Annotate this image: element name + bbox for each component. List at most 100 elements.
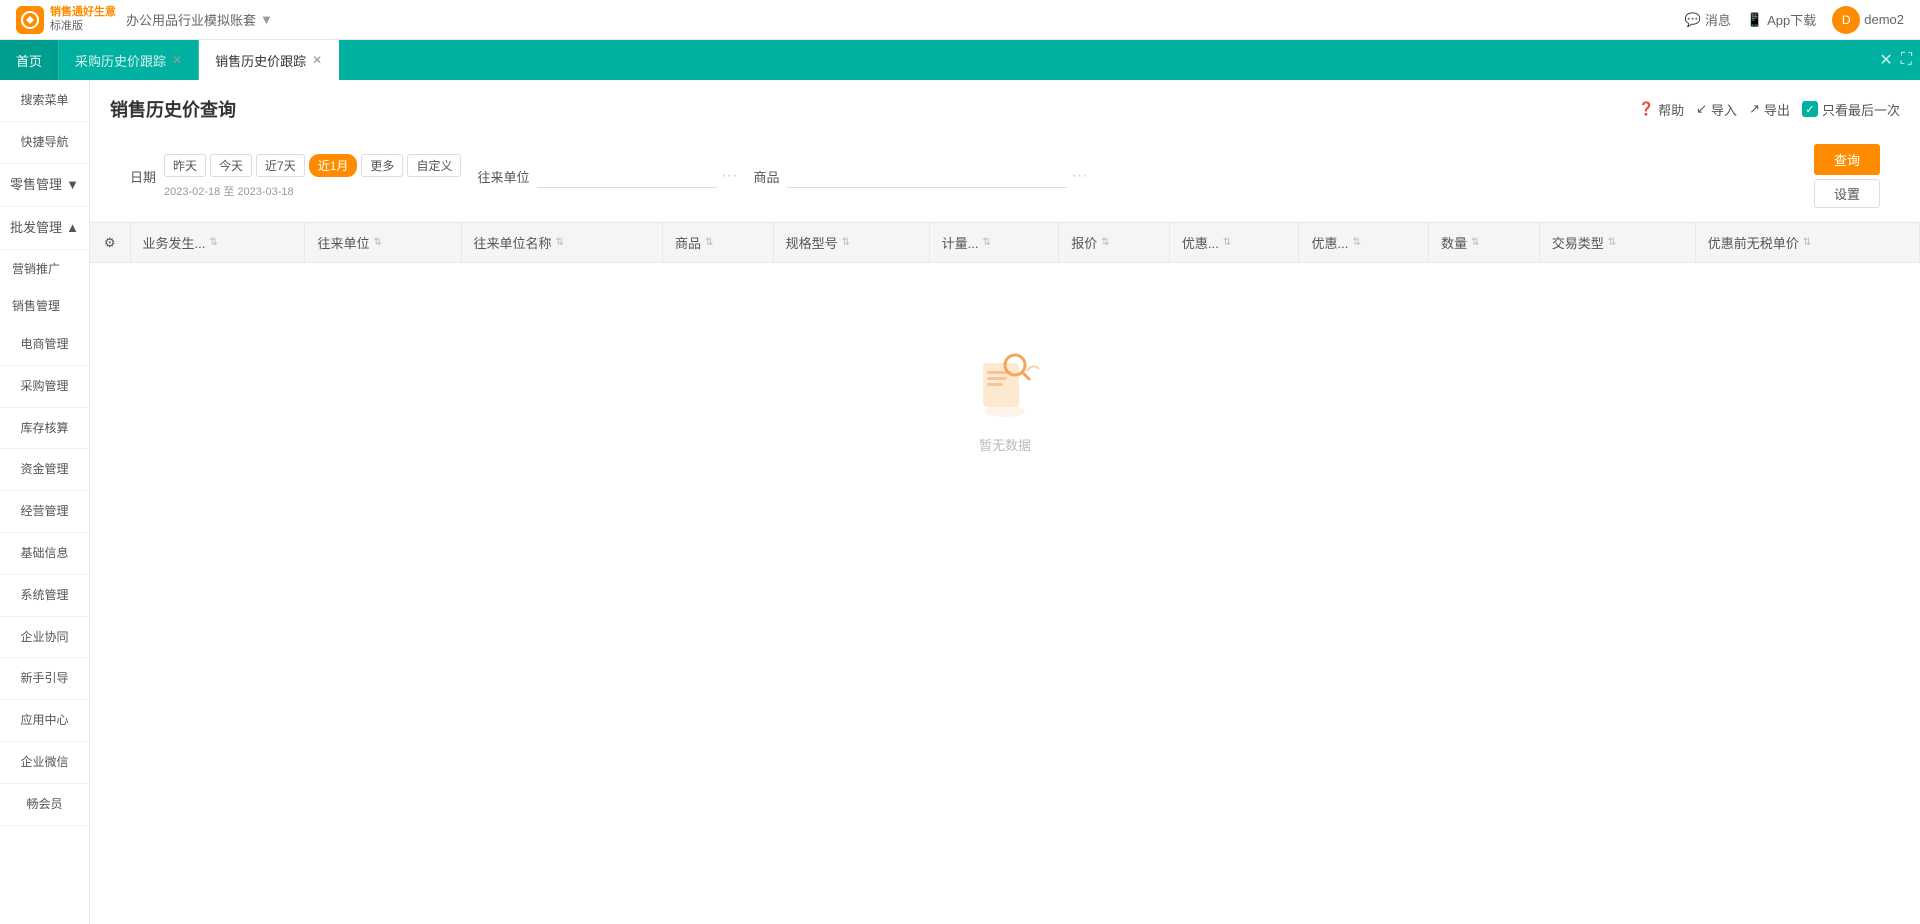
settings-icon: ⚙ (104, 235, 116, 250)
sort-icon-partner-name: ⇅ (556, 237, 564, 248)
enterprise-collab-label: 企业协同 (20, 629, 68, 646)
main-layout: 搜索菜单 快捷导航 零售管理 ▼ 批发管理 ▲ 营销推广 销售管理 电商管理 采… (0, 80, 1920, 924)
ecommerce-label: 电商管理 (20, 336, 68, 353)
sort-icon-quote: ⇅ (1101, 237, 1109, 248)
sidebar-item-basic-info[interactable]: 基础信息 (0, 533, 89, 575)
top-bar: 销售通好生意 标准版 办公用品行业模拟账套 ▼ 💬 消息 📱 App下载 D d… (0, 0, 1920, 40)
sidebar-item-wholesale-mgmt[interactable]: 批发管理 ▲ (0, 207, 89, 250)
th-discount2[interactable]: 优惠... ⇅ (1299, 223, 1429, 263)
tab-home[interactable]: 首页 (0, 40, 59, 80)
sidebar-sub-item-sales-mgmt[interactable]: 销售管理 (0, 287, 89, 324)
date-btn-today[interactable]: 今天 (210, 154, 252, 177)
help-button[interactable]: ❓ 帮助 (1638, 100, 1684, 119)
table-header-row: ⚙ 业务发生... ⇅ 往来单位 ⇅ (90, 223, 1920, 263)
import-icon: ↙ (1696, 101, 1707, 117)
th-discount1[interactable]: 优惠... ⇅ (1169, 223, 1299, 263)
table-area: ⚙ 业务发生... ⇅ 往来单位 ⇅ (90, 223, 1920, 924)
date-btn-yesterday[interactable]: 昨天 (164, 154, 206, 177)
import-button[interactable]: ↙ 导入 (1696, 100, 1737, 119)
wholesale-mgmt-arrow-icon: ▲ (66, 219, 79, 237)
close-purchase-history-icon[interactable]: ✕ (172, 53, 182, 67)
date-btn-custom[interactable]: 自定义 (407, 154, 461, 177)
logo-text: 销售通好生意 标准版 (50, 6, 116, 32)
close-all-tabs-icon[interactable]: ✕ (1879, 50, 1892, 70)
sidebar-item-app-center[interactable]: 应用中心 (0, 700, 89, 742)
vip-member-label: 畅会员 (26, 796, 62, 813)
filter-row: 日期 昨天 今天 近7天 近1月 更多 自定义 2023-02-18 至 202… (110, 134, 1900, 222)
sort-icon-partner-code: ⇅ (373, 237, 381, 248)
sort-icon-trade-type: ⇅ (1608, 237, 1616, 248)
sidebar-item-vip-member[interactable]: 畅会员 (0, 784, 89, 826)
th-quote[interactable]: 报价 ⇅ (1059, 223, 1170, 263)
message-icon: 💬 (1685, 12, 1701, 28)
sort-icon-discount1: ⇅ (1223, 237, 1231, 248)
checkbox-checked-icon (1802, 101, 1818, 117)
retail-mgmt-arrow-icon: ▼ (66, 176, 79, 194)
tab-purchase-history[interactable]: 采购历史价跟踪 ✕ (59, 40, 199, 80)
page-header: 销售历史价查询 ❓ 帮助 ↙ 导入 ↗ 导出 (90, 80, 1920, 223)
date-btn-7days[interactable]: 近7天 (256, 154, 305, 177)
sidebar-item-enterprise-collab[interactable]: 企业协同 (0, 617, 89, 659)
sidebar-item-inventory[interactable]: 库存核算 (0, 408, 89, 450)
user-profile[interactable]: D demo2 (1832, 6, 1904, 34)
app-selector[interactable]: 办公用品行业模拟账套 ▼ (126, 10, 273, 29)
th-trade-type[interactable]: 交易类型 ⇅ (1539, 223, 1695, 263)
sidebar-item-capital[interactable]: 资金管理 (0, 449, 89, 491)
message-button[interactable]: 💬 消息 (1685, 10, 1731, 29)
sort-icon-biz-date: ⇅ (209, 237, 217, 248)
retail-mgmt-label: 零售管理 (10, 176, 62, 194)
page-actions: ❓ 帮助 ↙ 导入 ↗ 导出 只看最后一次 (1638, 100, 1900, 119)
sidebar-sub-wholesale: 营销推广 销售管理 (0, 250, 89, 324)
settings-button[interactable]: 设置 (1814, 179, 1880, 208)
only-last-checkbox[interactable]: 只看最后一次 (1802, 100, 1900, 119)
partner-search-icon[interactable]: ··· (721, 167, 737, 185)
close-sales-history-icon[interactable]: ✕ (312, 53, 322, 67)
sidebar-item-search-menu[interactable]: 搜索菜单 (0, 80, 89, 122)
sidebar-item-new-guide[interactable]: 新手引导 (0, 658, 89, 700)
help-icon: ❓ (1638, 101, 1654, 117)
date-btn-1month[interactable]: 近1月 (309, 154, 358, 177)
sidebar-item-ecommerce[interactable]: 电商管理 (0, 324, 89, 366)
th-partner-name[interactable]: 往来单位名称 ⇅ (461, 223, 662, 263)
tab-bar: 首页 采购历史价跟踪 ✕ 销售历史价跟踪 ✕ ✕ ⛶ (0, 40, 1920, 80)
th-biz-date[interactable]: 业务发生... ⇅ (130, 223, 305, 263)
th-spec[interactable]: 规格型号 ⇅ (773, 223, 929, 263)
date-btn-more[interactable]: 更多 (361, 154, 403, 177)
th-settings[interactable]: ⚙ (90, 223, 130, 263)
sidebar-sub-item-marketing[interactable]: 营销推广 (0, 250, 89, 287)
tab-bar-actions: ✕ ⛶ (1879, 50, 1920, 70)
maximize-icon[interactable]: ⛶ (1901, 51, 1912, 69)
product-input[interactable] (787, 164, 1067, 188)
product-input-group: ··· (787, 164, 1087, 188)
partner-input[interactable] (537, 164, 717, 188)
sidebar-item-retail-mgmt[interactable]: 零售管理 ▼ (0, 164, 89, 207)
query-button[interactable]: 查询 (1814, 144, 1880, 175)
app-download-button[interactable]: 📱 App下载 (1747, 10, 1816, 29)
th-pre-tax-price[interactable]: 优惠前无税单价 ⇅ (1695, 223, 1919, 263)
th-partner-code[interactable]: 往来单位 ⇅ (305, 223, 461, 263)
sidebar-item-ops[interactable]: 经营管理 (0, 491, 89, 533)
tab-sales-history[interactable]: 销售历史价跟踪 ✕ (199, 40, 339, 80)
export-button[interactable]: ↗ 导出 (1749, 100, 1790, 119)
product-search-icon[interactable]: ··· (1071, 167, 1087, 185)
sidebar-item-enterprise-wechat[interactable]: 企业微信 (0, 742, 89, 784)
ops-label: 经营管理 (20, 503, 68, 520)
sidebar-item-purchase[interactable]: 采购管理 (0, 366, 89, 408)
th-product[interactable]: 商品 ⇅ (662, 223, 773, 263)
sales-history-tab-label: 销售历史价跟踪 (215, 51, 306, 70)
purchase-history-tab-label: 采购历史价跟踪 (75, 51, 166, 70)
sort-icon-pre-tax-price: ⇅ (1803, 237, 1811, 248)
logo-area: 销售通好生意 标准版 (16, 6, 116, 34)
sidebar-item-system-mgmt[interactable]: 系统管理 (0, 575, 89, 617)
th-unit[interactable]: 计量... ⇅ (929, 223, 1059, 263)
partner-input-group: ··· (537, 164, 737, 188)
th-qty[interactable]: 数量 ⇅ (1429, 223, 1540, 263)
search-menu-label: 搜索菜单 (20, 92, 68, 109)
new-guide-label: 新手引导 (20, 670, 68, 687)
date-buttons: 昨天 今天 近7天 近1月 更多 自定义 2023-02-18 至 2023-0… (164, 154, 461, 199)
sidebar-item-quick-nav[interactable]: 快捷导航 (0, 122, 89, 164)
partner-filter-label: 往来单位 (477, 167, 529, 186)
data-table: ⚙ 业务发生... ⇅ 往来单位 ⇅ (90, 223, 1920, 263)
top-bar-left: 销售通好生意 标准版 办公用品行业模拟账套 ▼ (16, 6, 273, 34)
content-area: 销售历史价查询 ❓ 帮助 ↙ 导入 ↗ 导出 (90, 80, 1920, 924)
